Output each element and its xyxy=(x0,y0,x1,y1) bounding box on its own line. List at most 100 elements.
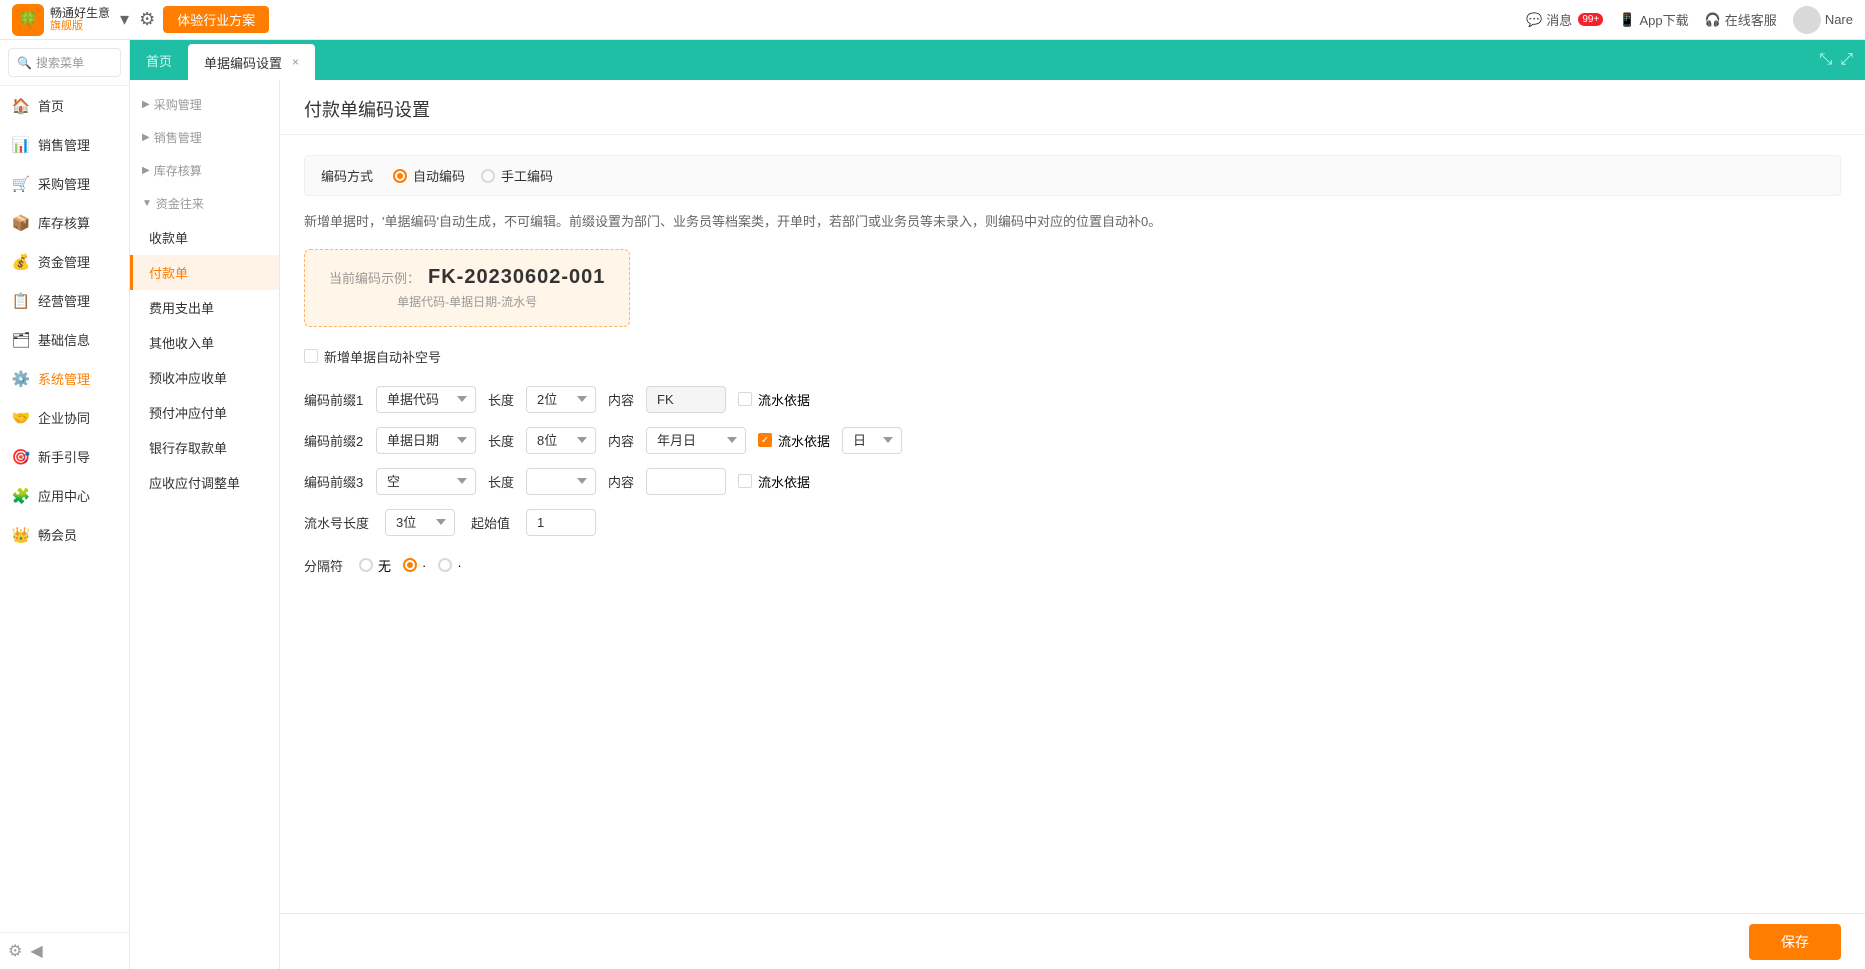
prefix-select-2[interactable]: 单据日期 xyxy=(376,427,476,454)
brand-icon: 🍀 xyxy=(12,4,44,36)
flow-cb-2[interactable]: ✓ xyxy=(758,433,772,447)
start-value-input[interactable] xyxy=(526,509,596,536)
prefix-select-1[interactable]: 单据代码 xyxy=(376,386,476,413)
sidebar-item-label: 新手引导 xyxy=(38,447,90,466)
sidebar-item-apps[interactable]: 🧩 应用中心 xyxy=(0,476,129,515)
sub-item-expense[interactable]: 费用支出单 xyxy=(130,290,279,325)
tab-home[interactable]: 首页 xyxy=(130,40,188,80)
user-avatar xyxy=(1793,6,1821,34)
flow-checkbox-2: ✓ 流水依据 xyxy=(758,431,830,450)
start-value-label: 起始值 xyxy=(471,513,510,532)
tab-encode-settings[interactable]: 单据编码设置 × xyxy=(188,44,315,80)
sub-group-label-sales: 销售管理 xyxy=(154,129,202,146)
right-panel: 付款单编码设置 编码方式 自动编码 手工编码 xyxy=(280,80,1865,969)
sidebar-item-home[interactable]: 🏠 首页 xyxy=(0,86,129,125)
sidebar-item-operations[interactable]: 📋 经营管理 xyxy=(0,281,129,320)
settings-bottom-btn[interactable]: ⚙ xyxy=(8,941,22,961)
top-bar-right: 💬 消息 99+ 📱 App下载 🎧 在线客服 Nare xyxy=(1526,6,1853,34)
sub-item-payment[interactable]: 付款单 xyxy=(130,255,279,290)
user-name: Nare xyxy=(1825,12,1853,27)
sub-item-bank-deposit[interactable]: 银行存取款单 xyxy=(130,430,279,465)
content-select-2[interactable]: 年月日 xyxy=(646,427,746,454)
trial-button[interactable]: 体验行业方案 xyxy=(163,6,269,33)
length-select-1[interactable]: 2位 xyxy=(526,386,596,413)
finance-icon: 💰 xyxy=(12,253,30,271)
sidebar-item-guide[interactable]: 🎯 新手引导 xyxy=(0,437,129,476)
sub-group-title-purchase[interactable]: ▶ 采购管理 xyxy=(130,88,279,121)
flow-cb-1[interactable] xyxy=(738,392,752,406)
minimize-tab-btn[interactable]: ⤡ xyxy=(1819,51,1832,69)
flow-cb-3[interactable] xyxy=(738,474,752,488)
sidebar-item-cooperation[interactable]: 🤝 企业协同 xyxy=(0,398,129,437)
content-label-2: 内容 xyxy=(608,431,634,450)
sep-dot[interactable]: · xyxy=(403,558,426,573)
search-button[interactable]: 🔍 搜索菜单 xyxy=(8,48,121,77)
sidebar-item-member[interactable]: 👑 畅会员 xyxy=(0,515,129,554)
serial-length-row: 流水号长度 3位 起始值 xyxy=(304,509,1841,536)
length-label-1: 长度 xyxy=(488,390,514,409)
settings-content: 编码方式 自动编码 手工编码 xyxy=(280,135,1865,615)
sub-group-title-capital[interactable]: ▼ 资金往来 xyxy=(130,187,279,220)
cooperation-icon: 🤝 xyxy=(12,409,30,427)
sub-item-other-income[interactable]: 其他收入单 xyxy=(130,325,279,360)
brand: 🍀 畅通好生意 旗舰版 xyxy=(12,4,110,36)
sep-dash[interactable]: · xyxy=(438,558,461,573)
tab-close-icon[interactable]: × xyxy=(292,55,299,69)
code-example-label: 当前编码示例： xyxy=(329,268,420,287)
sub-group-label-inventory: 库存核算 xyxy=(154,162,202,179)
sub-item-receipt[interactable]: 收款单 xyxy=(130,220,279,255)
period-select-2[interactable]: 日 xyxy=(842,427,902,454)
dropdown-btn[interactable]: ▾ xyxy=(118,7,131,32)
sub-group-sales: ▶ 销售管理 xyxy=(130,121,279,154)
bottom-bar: 保存 xyxy=(280,913,1865,969)
separator-label: 分隔符 xyxy=(304,556,343,575)
sub-sidebar: ▶ 采购管理 ▶ 销售管理 ▶ 库存核算 xyxy=(130,80,280,969)
sidebar-item-basic[interactable]: 🗂 基础信息 xyxy=(0,320,129,359)
content-input-1[interactable] xyxy=(646,386,726,413)
online-service-item[interactable]: 🎧 在线客服 xyxy=(1705,10,1777,29)
system-icon: ⚙️ xyxy=(12,370,30,388)
app-download-label: App下载 xyxy=(1639,10,1688,29)
sidebar-item-inventory[interactable]: 📦 库存核算 xyxy=(0,203,129,242)
sub-item-advance-payable[interactable]: 预付冲应付单 xyxy=(130,395,279,430)
fullscreen-tab-btn[interactable]: ⤢ xyxy=(1840,51,1853,69)
layout: 🔍 搜索菜单 🏠 首页 📊 销售管理 🛒 采购管理 📦 库存核算 💰 xyxy=(0,40,1865,969)
length-label-2: 长度 xyxy=(488,431,514,450)
sales-icon: 📊 xyxy=(12,136,30,154)
sidebar-item-system[interactable]: ⚙️ 系统管理 xyxy=(0,359,129,398)
app-download-item[interactable]: 📱 App下载 xyxy=(1619,10,1688,29)
radio-manual-encode[interactable]: 手工编码 xyxy=(481,166,553,185)
serial-length-select[interactable]: 3位 xyxy=(385,509,455,536)
sep-none-label: 无 xyxy=(378,556,391,575)
sub-group-title-inventory[interactable]: ▶ 库存核算 xyxy=(130,154,279,187)
radio-manual-label: 手工编码 xyxy=(501,166,553,185)
message-item[interactable]: 💬 消息 99+ xyxy=(1526,10,1603,29)
sidebar-item-finance[interactable]: 💰 资金管理 xyxy=(0,242,129,281)
sep-none-dot xyxy=(359,558,373,572)
sub-item-advance-receivable[interactable]: 预收冲应收单 xyxy=(130,360,279,395)
settings-btn[interactable]: ⚙ xyxy=(137,7,157,32)
save-button[interactable]: 保存 xyxy=(1749,924,1841,960)
sidebar-item-label: 企业协同 xyxy=(38,408,90,427)
content-input-3[interactable] xyxy=(646,468,726,495)
length-select-3[interactable] xyxy=(526,468,596,495)
serial-length-label: 流水号长度 xyxy=(304,513,369,532)
collapse-btn[interactable]: ◀ xyxy=(30,941,42,961)
radio-auto-encode[interactable]: 自动编码 xyxy=(393,166,465,185)
user-item[interactable]: Nare xyxy=(1793,6,1853,34)
sidebar-item-label: 资金管理 xyxy=(38,252,90,271)
length-select-2[interactable]: 8位 xyxy=(526,427,596,454)
sep-none[interactable]: 无 xyxy=(359,556,391,575)
auto-fill-checkbox[interactable] xyxy=(304,349,318,363)
sub-group-title-sales[interactable]: ▶ 销售管理 xyxy=(130,121,279,154)
sidebar-item-label: 首页 xyxy=(38,96,64,115)
service-icon: 🎧 xyxy=(1705,12,1721,28)
radio-manual-dot xyxy=(481,169,495,183)
sub-item-adjustment[interactable]: 应收应付调整单 xyxy=(130,465,279,500)
brand-edition: 旗舰版 xyxy=(50,20,110,33)
flow-checkbox-1: 流水依据 xyxy=(738,390,810,409)
prefix-select-3[interactable]: 空 xyxy=(376,468,476,495)
sub-item-expense-label: 费用支出单 xyxy=(149,301,214,316)
sidebar-item-purchase[interactable]: 🛒 采购管理 xyxy=(0,164,129,203)
sidebar-item-sales[interactable]: 📊 销售管理 xyxy=(0,125,129,164)
